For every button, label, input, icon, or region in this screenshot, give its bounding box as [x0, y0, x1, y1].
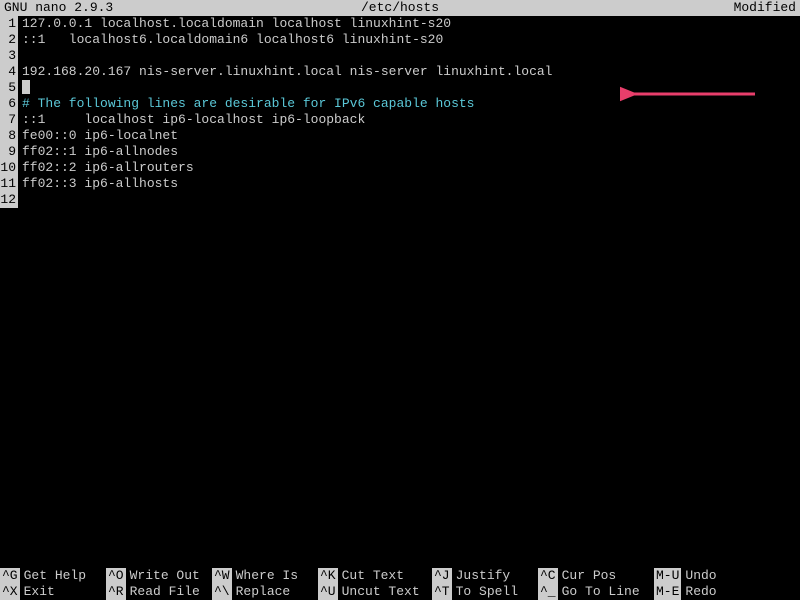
help-item[interactable]: ^RRead File [106, 584, 212, 600]
help-item[interactable]: ^_Go To Line [538, 584, 654, 600]
help-desc: Get Help [24, 568, 86, 584]
help-item[interactable]: M-ERedo [654, 584, 710, 600]
editor-line[interactable]: 2::1 localhost6.localdomain6 localhost6 … [0, 32, 800, 48]
help-item[interactable]: ^OWrite Out [106, 568, 212, 584]
line-number: 1 [0, 16, 18, 32]
help-desc: Go To Line [562, 584, 640, 600]
line-text[interactable]: ff02::1 ip6-allnodes [18, 144, 178, 160]
help-key: ^\ [212, 584, 232, 600]
editor-line[interactable]: 1127.0.0.1 localhost.localdomain localho… [0, 16, 800, 32]
help-key: ^O [106, 568, 126, 584]
help-item[interactable]: ^KCut Text [318, 568, 432, 584]
help-item[interactable]: M-UUndo [654, 568, 710, 584]
editor-line[interactable]: 5 [0, 80, 800, 96]
line-text[interactable]: ff02::2 ip6-allrouters [18, 160, 194, 176]
modified-status: Modified [734, 0, 796, 16]
help-desc: To Spell [456, 584, 518, 600]
help-item[interactable]: ^\Replace [212, 584, 318, 600]
help-desc: Redo [685, 584, 716, 600]
help-desc: Justify [456, 568, 511, 584]
help-key: ^T [432, 584, 452, 600]
help-item[interactable]: ^JJustify [432, 568, 538, 584]
editor-line[interactable]: 11ff02::3 ip6-allhosts [0, 176, 800, 192]
line-text[interactable]: 192.168.20.167 nis-server.linuxhint.loca… [18, 64, 553, 80]
line-number: 3 [0, 48, 18, 64]
editor-line[interactable]: 8fe00::0 ip6-localnet [0, 128, 800, 144]
help-key: ^_ [538, 584, 558, 600]
line-text[interactable]: ff02::3 ip6-allhosts [18, 176, 178, 192]
app-name: GNU nano 2.9.3 [4, 0, 113, 16]
help-row-2: ^XExit^RRead File^\Replace^UUncut Text^T… [0, 584, 800, 600]
help-item[interactable]: ^TTo Spell [432, 584, 538, 600]
line-number: 4 [0, 64, 18, 80]
help-desc: Uncut Text [342, 584, 420, 600]
line-text[interactable]: ::1 localhost6.localdomain6 localhost6 l… [18, 32, 443, 48]
help-desc: Cur Pos [562, 568, 617, 584]
help-key: ^R [106, 584, 126, 600]
help-key: M-E [654, 584, 681, 600]
line-text[interactable] [18, 192, 22, 208]
line-text[interactable]: fe00::0 ip6-localnet [18, 128, 178, 144]
line-number: 8 [0, 128, 18, 144]
help-desc: Where Is [236, 568, 298, 584]
line-number: 11 [0, 176, 18, 192]
help-key: ^J [432, 568, 452, 584]
help-item[interactable]: ^CCur Pos [538, 568, 654, 584]
line-number: 5 [0, 80, 18, 96]
line-number: 2 [0, 32, 18, 48]
line-number: 7 [0, 112, 18, 128]
help-desc: Undo [685, 568, 716, 584]
help-key: M-U [654, 568, 681, 584]
help-item[interactable]: ^WWhere Is [212, 568, 318, 584]
file-path: /etc/hosts [361, 0, 439, 16]
editor-line[interactable]: 6# The following lines are desirable for… [0, 96, 800, 112]
help-item[interactable]: ^GGet Help [0, 568, 106, 584]
help-key: ^G [0, 568, 20, 584]
line-number: 10 [0, 160, 18, 176]
help-desc: Replace [236, 584, 291, 600]
help-key: ^C [538, 568, 558, 584]
editor-line[interactable]: 3 [0, 48, 800, 64]
help-bar: ^GGet Help^OWrite Out^WWhere Is^KCut Tex… [0, 568, 800, 600]
editor-line[interactable]: 4192.168.20.167 nis-server.linuxhint.loc… [0, 64, 800, 80]
line-text[interactable]: 127.0.0.1 localhost.localdomain localhos… [18, 16, 451, 32]
line-number: 9 [0, 144, 18, 160]
help-key: ^K [318, 568, 338, 584]
line-text[interactable] [18, 48, 22, 64]
editor-line[interactable]: 9ff02::1 ip6-allnodes [0, 144, 800, 160]
help-row-1: ^GGet Help^OWrite Out^WWhere Is^KCut Tex… [0, 568, 800, 584]
line-text[interactable]: # The following lines are desirable for … [18, 96, 474, 112]
editor-line[interactable]: 12 [0, 192, 800, 208]
editor-area[interactable]: 1127.0.0.1 localhost.localdomain localho… [0, 16, 800, 208]
nano-titlebar: GNU nano 2.9.3 /etc/hosts Modified [0, 0, 800, 16]
editor-line[interactable]: 7::1 localhost ip6-localhost ip6-loopbac… [0, 112, 800, 128]
help-desc: Cut Text [342, 568, 404, 584]
line-number: 6 [0, 96, 18, 112]
help-key: ^U [318, 584, 338, 600]
help-key: ^X [0, 584, 20, 600]
text-cursor [22, 80, 30, 94]
help-item[interactable]: ^XExit [0, 584, 106, 600]
help-key: ^W [212, 568, 232, 584]
help-item[interactable]: ^UUncut Text [318, 584, 432, 600]
line-text[interactable] [18, 80, 30, 96]
line-text[interactable]: ::1 localhost ip6-localhost ip6-loopback [18, 112, 365, 128]
help-desc: Exit [24, 584, 55, 600]
help-desc: Write Out [130, 568, 200, 584]
editor-line[interactable]: 10ff02::2 ip6-allrouters [0, 160, 800, 176]
line-number: 12 [0, 192, 18, 208]
help-desc: Read File [130, 584, 200, 600]
